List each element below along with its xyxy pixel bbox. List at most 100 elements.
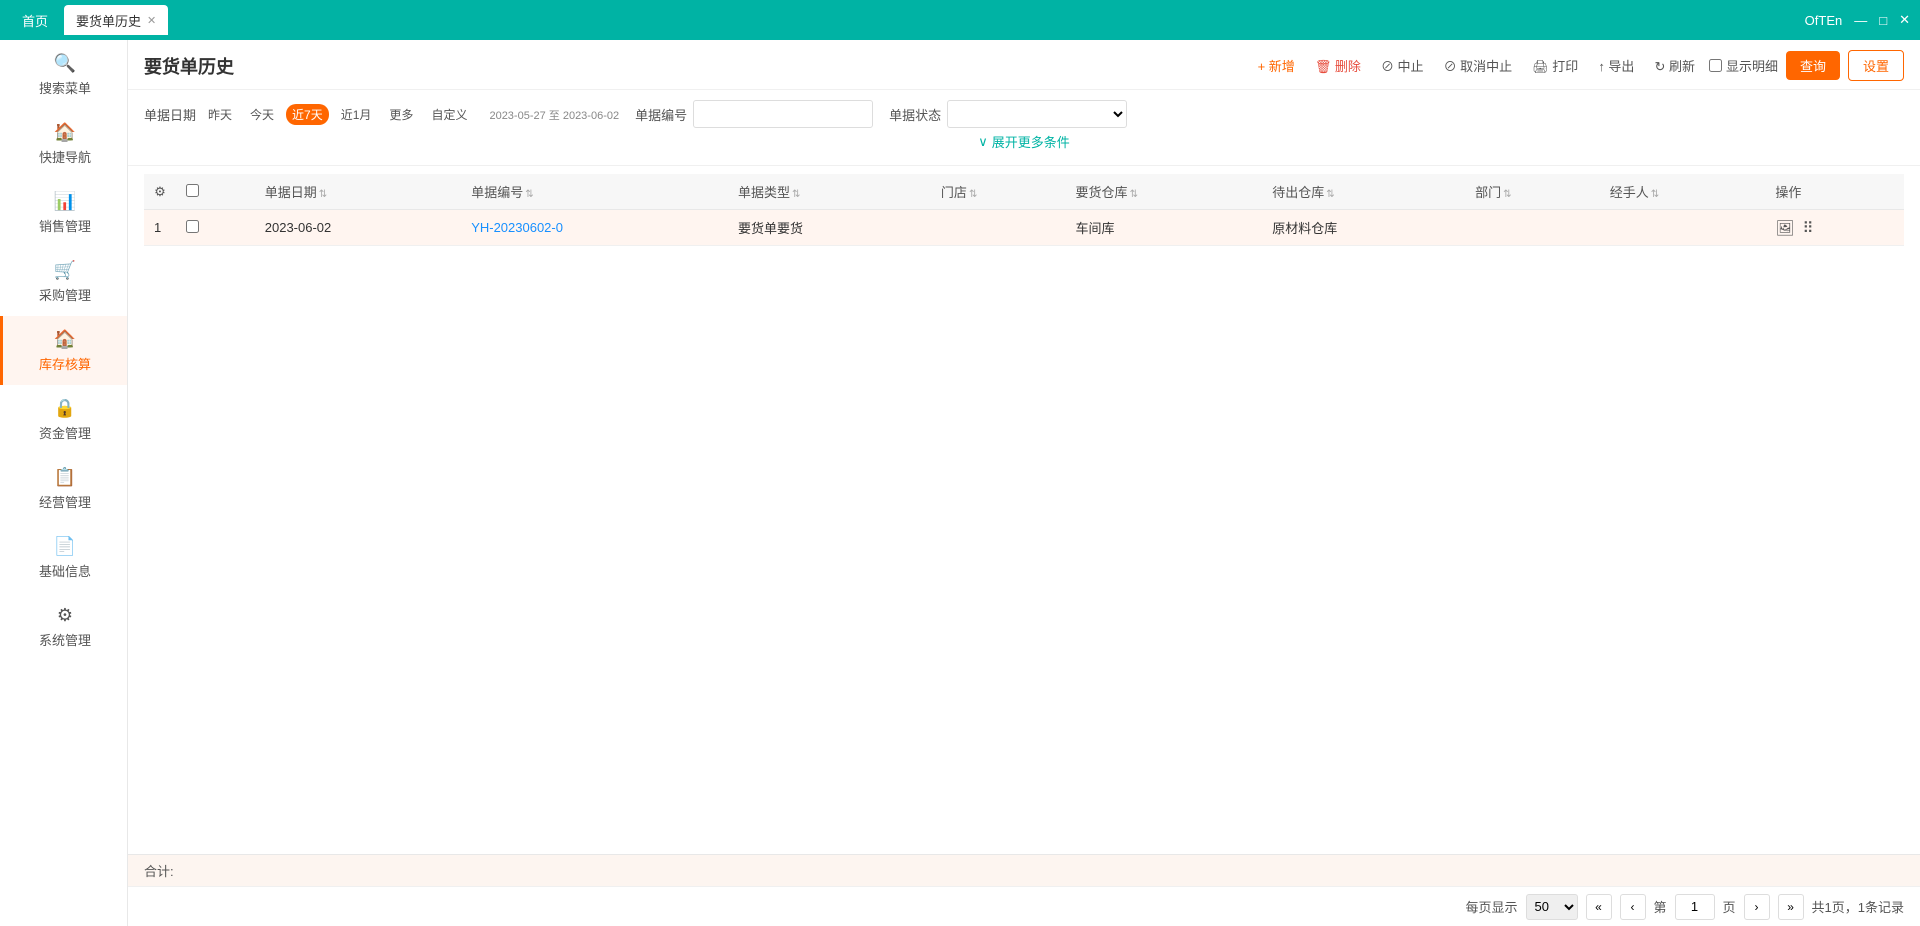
sort-icon-req-warehouse: ⇅ (1130, 189, 1138, 200)
date-btn-custom[interactable]: 自定义 (425, 104, 473, 125)
table-header-row: ⚙ 单据日期⇅ 单据编号⇅ 单据类型⇅ (144, 174, 1904, 210)
new-button[interactable]: + 新增 (1252, 52, 1301, 79)
next-page-button[interactable]: › (1744, 894, 1770, 920)
order-no-link[interactable]: YH-20230602-0 (471, 220, 563, 235)
show-detail-checkbox[interactable]: 显示明细 (1709, 56, 1778, 75)
sidebar-item-search[interactable]: 🔍 搜索菜单 (0, 40, 127, 109)
sidebar-item-quicknav-label: 快捷导航 (39, 147, 91, 166)
table-footer: 合计: (128, 854, 1920, 886)
status-label: 单据状态 (889, 105, 941, 124)
page-title: 要货单历史 (144, 53, 234, 79)
maximize-icon[interactable]: □ (1879, 13, 1887, 28)
total-label: 合计: (144, 864, 174, 879)
status-select[interactable] (947, 100, 1127, 128)
sidebar-item-purchase[interactable]: 🛒 采购管理 (0, 247, 127, 316)
date-btn-1month[interactable]: 近1月 (335, 104, 378, 125)
select-all-checkbox[interactable] (186, 184, 199, 197)
table-row: 1 2023-06-02 YH-20230602-0 要货单要货 车间库 原材料… (144, 210, 1904, 246)
purchase-icon: 🛒 (54, 259, 76, 281)
sidebar-item-sales-label: 销售管理 (39, 216, 91, 235)
cancel-stop-button[interactable]: ⊘ 取消中止 (1438, 52, 1519, 79)
sidebar-item-sales[interactable]: 📊 销售管理 (0, 178, 127, 247)
th-action: 操作 (1765, 174, 1904, 210)
th-req-warehouse: 要货仓库⇅ (1066, 174, 1263, 210)
first-page-button[interactable]: « (1586, 894, 1612, 920)
query-button[interactable]: 查询 (1786, 51, 1840, 80)
order-no-input[interactable] (693, 100, 873, 128)
td-order-no: YH-20230602-0 (461, 210, 728, 246)
th-checkbox (176, 174, 255, 210)
export-button[interactable]: ↑ 导出 (1592, 52, 1640, 79)
tab-order-history-label: 要货单历史 (76, 11, 141, 30)
date-filter-group: 单据日期 昨天 今天 近7天 近1月 更多 自定义 (144, 104, 473, 125)
date-btn-yesterday[interactable]: 昨天 (202, 104, 238, 125)
content-area: 要货单历史 + 新增 🗑 删除 ⊘ 中止 ⊘ 取消中止 🖨 打印 ↑ 导出 ↻ … (128, 40, 1920, 926)
chevron-down-icon: ∨ (978, 134, 988, 150)
td-store (931, 210, 1066, 246)
th-out-warehouse: 待出仓库⇅ (1262, 174, 1465, 210)
sidebar-item-basic-label: 基础信息 (39, 561, 91, 580)
date-range-display: 2023-05-27 至 2023-06-02 (489, 105, 619, 123)
toolbar: + 新增 🗑 删除 ⊘ 中止 ⊘ 取消中止 🖨 打印 ↑ 导出 ↻ 刷新 显示明… (1252, 50, 1904, 81)
show-detail-check[interactable] (1709, 59, 1722, 72)
sidebar-item-quicknav[interactable]: 🏠 快捷导航 (0, 109, 127, 178)
sidebar-item-finance-label: 资金管理 (39, 423, 91, 442)
data-table: ⚙ 单据日期⇅ 单据编号⇅ 单据类型⇅ (144, 174, 1904, 246)
home-icon: 🏠 (54, 121, 76, 143)
system-icon: ⚙ (54, 604, 76, 626)
filter-area: 单据日期 昨天 今天 近7天 近1月 更多 自定义 2023-05-27 至 2… (128, 90, 1920, 166)
th-type: 单据类型⇅ (728, 174, 931, 210)
delete-button[interactable]: 🗑 删除 (1309, 52, 1367, 79)
basic-icon: 📄 (54, 535, 76, 557)
last-page-button[interactable]: » (1778, 894, 1804, 920)
total-info: 共1页，1条记录 (1812, 897, 1904, 916)
page-size-select[interactable]: 20 50 100 (1526, 894, 1578, 920)
page-size-label: 每页显示 (1465, 897, 1517, 916)
date-btn-today[interactable]: 今天 (244, 104, 280, 125)
filter-row: 单据日期 昨天 今天 近7天 近1月 更多 自定义 2023-05-27 至 2… (144, 100, 1904, 128)
tab-close-icon[interactable]: ✕ (147, 14, 156, 27)
sidebar-item-finance[interactable]: 🔒 资金管理 (0, 385, 127, 454)
sidebar-item-search-label: 搜索菜单 (39, 78, 91, 97)
sidebar-item-inventory[interactable]: 🏠 库存核算 (0, 316, 127, 385)
sidebar-item-purchase-label: 采购管理 (39, 285, 91, 304)
settings-button[interactable]: 设置 (1848, 50, 1904, 81)
expand-more-label: 展开更多条件 (992, 132, 1070, 151)
td-seq: 1 (144, 210, 176, 246)
sidebar: 🔍 搜索菜单 🏠 快捷导航 📊 销售管理 🛒 采购管理 🏠 库存核算 🔒 资金管… (0, 40, 128, 926)
prev-page-button[interactable]: ‹ (1620, 894, 1646, 920)
td-department (1465, 210, 1600, 246)
page-label-after: 页 (1723, 897, 1736, 916)
date-btn-7days[interactable]: 近7天 (286, 104, 329, 125)
order-no-label: 单据编号 (635, 105, 687, 124)
td-type: 要货单要货 (728, 210, 931, 246)
minimize-icon[interactable]: — (1854, 13, 1867, 28)
expand-more-button[interactable]: ∨ 展开更多条件 (144, 128, 1904, 155)
table-area: ⚙ 单据日期⇅ 单据编号⇅ 单据类型⇅ (128, 166, 1920, 854)
finance-icon: 🔒 (54, 397, 76, 419)
sidebar-item-system[interactable]: ⚙ 系统管理 (0, 592, 127, 661)
page-number-input[interactable] (1675, 894, 1715, 920)
td-date: 2023-06-02 (255, 210, 461, 246)
more-icon[interactable]: ⠿ (1802, 219, 1813, 237)
order-no-filter-group: 单据编号 (635, 100, 873, 128)
print-button[interactable]: 🖨 打印 (1526, 52, 1584, 79)
stop-button[interactable]: ⊘ 中止 (1375, 52, 1430, 79)
close-window-icon[interactable]: ✕ (1899, 12, 1910, 28)
sort-icon-type: ⇅ (792, 189, 800, 200)
pagination: 每页显示 20 50 100 « ‹ 第 页 › » 共1页，1条记录 (128, 886, 1920, 926)
inventory-icon: 🏠 (54, 328, 76, 350)
tab-home[interactable]: 首页 (10, 5, 60, 35)
td-action: 🖼 ⠿ (1765, 210, 1904, 246)
date-filter-label: 单据日期 (144, 105, 196, 124)
row-checkbox[interactable] (186, 220, 199, 233)
refresh-button[interactable]: ↻ 刷新 (1648, 52, 1701, 79)
tab-order-history[interactable]: 要货单历史 ✕ (64, 5, 168, 35)
date-btn-more[interactable]: 更多 (383, 104, 419, 125)
sidebar-item-basic[interactable]: 📄 基础信息 (0, 523, 127, 592)
sidebar-item-operation[interactable]: 📋 经营管理 (0, 454, 127, 523)
edit-icon[interactable]: 🖼 (1775, 219, 1794, 237)
sort-icon-date: ⇅ (319, 189, 327, 200)
sort-icon-store: ⇅ (969, 189, 977, 200)
action-icons: 🖼 ⠿ (1775, 219, 1894, 237)
